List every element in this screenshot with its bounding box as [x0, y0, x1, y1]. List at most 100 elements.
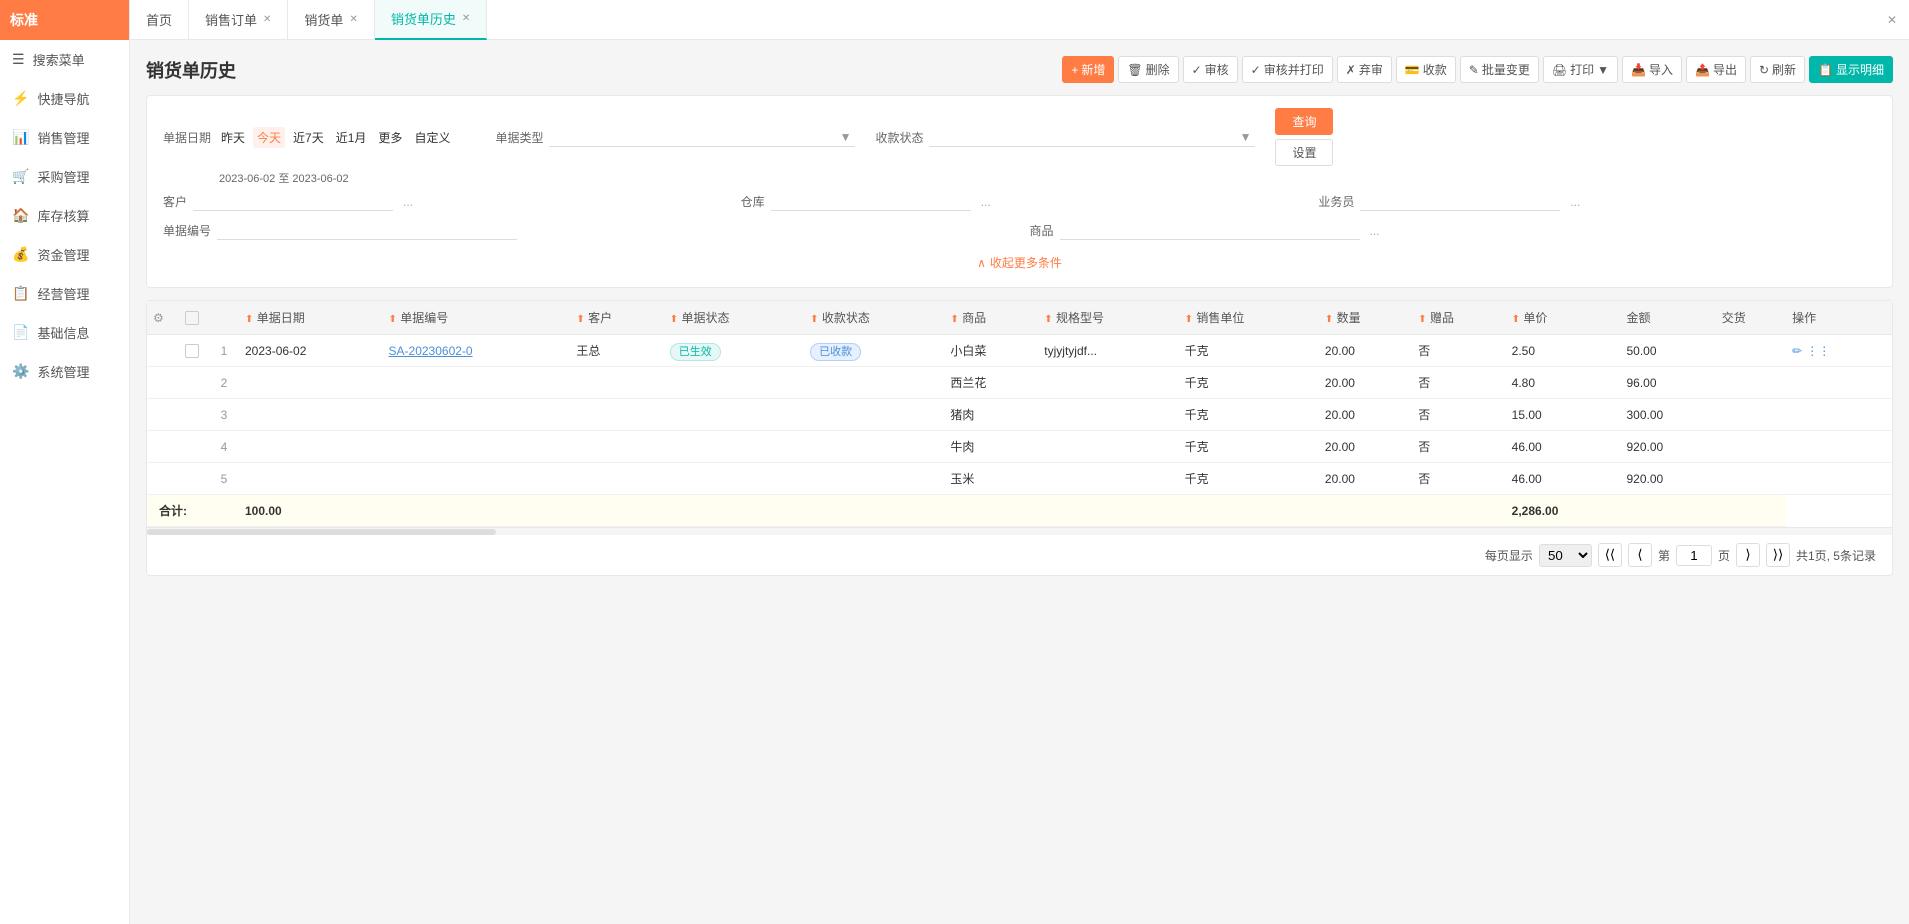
select-all-checkbox[interactable]: [185, 311, 199, 325]
checkbox-cell[interactable]: [179, 399, 209, 431]
audit-button[interactable]: ✓ 审核: [1183, 56, 1238, 83]
sidebar-label: 搜索菜单: [33, 50, 85, 69]
abandon-button[interactable]: ✗ 弃审: [1337, 56, 1392, 83]
collect-status-select[interactable]: ▼: [929, 128, 1255, 147]
spec-cell: [1038, 399, 1178, 431]
checkbox-col-header[interactable]: [179, 301, 209, 335]
tab-home[interactable]: 首页: [130, 0, 189, 40]
tab-sales-history[interactable]: 销货单历史 ✕: [375, 0, 487, 40]
sidebar-item-quick-nav[interactable]: ⚡ 快捷导航: [0, 79, 129, 118]
scrollbar-area[interactable]: [147, 527, 1892, 535]
last-page-btn[interactable]: ⟩⟩: [1766, 543, 1790, 567]
sidebar-item-search-menu[interactable]: ☰ 搜索菜单: [0, 40, 129, 79]
first-page-btn[interactable]: ⟨⟨: [1598, 543, 1622, 567]
gift-cell: 否: [1412, 335, 1505, 367]
salesperson-ellipsis[interactable]: ...: [1570, 195, 1580, 209]
checkbox-cell[interactable]: [179, 463, 209, 495]
docno-input[interactable]: [217, 221, 517, 240]
salesperson-input[interactable]: [1360, 192, 1560, 211]
tab-sales-delivery[interactable]: 销货单 ✕: [288, 0, 374, 40]
edit-action-btn[interactable]: ✏: [1792, 344, 1802, 358]
tab-close-icon[interactable]: ✕: [462, 13, 470, 24]
row-checkbox[interactable]: [185, 344, 199, 358]
unitprice-col-header[interactable]: ⬆ 单价: [1506, 301, 1621, 335]
config-col-header[interactable]: ⚙: [147, 301, 179, 335]
salesunit-cell: 千克: [1179, 367, 1319, 399]
product-ellipsis[interactable]: ...: [1370, 224, 1380, 238]
batch-change-button[interactable]: ✎ 批量变更: [1460, 56, 1539, 83]
date-more[interactable]: 更多: [374, 127, 406, 148]
filter-collect-status-item: 收款状态 ▼: [875, 128, 1255, 147]
collect-button[interactable]: 💳 收款: [1396, 56, 1456, 83]
warehouse-ellipsis[interactable]: ...: [981, 195, 991, 209]
checkbox-cell[interactable]: [179, 335, 209, 367]
import-button[interactable]: 📥 导入: [1622, 56, 1682, 83]
rowno-cell: 5: [209, 463, 239, 495]
sort-icon: ⬆: [1418, 314, 1426, 325]
sidebar-item-inventory[interactable]: 🏠 库存核算: [0, 196, 129, 235]
sidebar-item-sales[interactable]: 📊 销售管理: [0, 118, 129, 157]
export-button[interactable]: 📤 导出: [1686, 56, 1746, 83]
qty-col-header[interactable]: ⬆ 数量: [1319, 301, 1412, 335]
customer-cell: [570, 399, 663, 431]
date-7days[interactable]: 近7天: [289, 127, 328, 148]
salesunit-col-header[interactable]: ⬆ 销售单位: [1179, 301, 1319, 335]
docno-link[interactable]: SA-20230602-0: [389, 344, 473, 358]
sidebar-item-purchase[interactable]: 🛒 采购管理: [0, 157, 129, 196]
tab-close-icon[interactable]: ✕: [263, 14, 271, 25]
settings-button[interactable]: 设置: [1275, 139, 1333, 166]
salesunit-cell: 千克: [1179, 399, 1319, 431]
sidebar-item-finance[interactable]: 💰 资金管理: [0, 235, 129, 274]
page-input[interactable]: [1676, 545, 1712, 566]
collapse-filter-btn[interactable]: ∧ 收起更多条件: [163, 250, 1876, 275]
product-cell: 西兰花: [944, 367, 1038, 399]
sidebar: 标准 ☰ 搜索菜单 ⚡ 快捷导航 📊 销售管理 🛒 采购管理 🏠 库存核算 💰 …: [0, 0, 130, 924]
product-col-header[interactable]: ⬆ 商品: [944, 301, 1038, 335]
config-cell: [147, 431, 179, 463]
add-button[interactable]: + 新增: [1062, 56, 1114, 83]
product-input[interactable]: [1060, 221, 1360, 240]
date-custom[interactable]: 自定义: [410, 127, 454, 148]
customer-col-header[interactable]: ⬆ 客户: [570, 301, 663, 335]
refresh-button[interactable]: ↻ 刷新: [1750, 56, 1805, 83]
checkbox-cell[interactable]: [179, 431, 209, 463]
gift-cell: 否: [1412, 463, 1505, 495]
sidebar-item-sys-mgmt[interactable]: ⚙️ 系统管理: [0, 352, 129, 391]
docno-col-header[interactable]: ⬆ 单据编号: [383, 301, 571, 335]
table-config-icon[interactable]: ⚙: [153, 311, 164, 325]
query-button[interactable]: 查询: [1275, 108, 1333, 135]
print-button[interactable]: 🖨 打印 ▼: [1543, 56, 1618, 83]
date-1month[interactable]: 近1月: [332, 127, 371, 148]
audit-print-button[interactable]: ✓ 审核并打印: [1242, 56, 1333, 83]
per-page-label: 每页显示: [1485, 547, 1533, 564]
more-action-btn[interactable]: ⋮⋮: [1806, 344, 1830, 358]
prev-page-btn[interactable]: ⟨: [1628, 543, 1652, 567]
date-today[interactable]: 今天: [253, 127, 285, 148]
table-row: 3 猪肉 千克 20.00 否 15.00 300.00: [147, 399, 1892, 431]
delete-button[interactable]: 🗑 删除: [1118, 56, 1178, 83]
abandon-icon: ✗: [1346, 63, 1356, 77]
docdate-col-header[interactable]: ⬆ 单据日期: [239, 301, 383, 335]
gift-cell: 否: [1412, 367, 1505, 399]
next-page-btn[interactable]: ⟩: [1736, 543, 1760, 567]
docstatus-col-header[interactable]: ⬆ 单据状态: [664, 301, 804, 335]
tab-sales-order[interactable]: 销售订单 ✕: [189, 0, 288, 40]
collectstatus-col-header[interactable]: ⬆ 收款状态: [804, 301, 944, 335]
warehouse-input[interactable]: [771, 192, 971, 211]
quick-nav-icon: ⚡: [12, 90, 29, 107]
customer-input[interactable]: [193, 192, 393, 211]
customer-ellipsis[interactable]: ...: [403, 195, 413, 209]
checkbox-cell[interactable]: [179, 367, 209, 399]
sidebar-item-basic-info[interactable]: 📄 基础信息: [0, 313, 129, 352]
date-yesterday[interactable]: 昨天: [217, 127, 249, 148]
close-all-tabs[interactable]: ✕: [1875, 13, 1909, 27]
sidebar-item-ops[interactable]: 📋 经营管理: [0, 274, 129, 313]
per-page-select[interactable]: 50 100 200: [1539, 544, 1592, 567]
gift-col-header[interactable]: ⬆ 赠品: [1412, 301, 1505, 335]
spec-col-header[interactable]: ⬆ 规格型号: [1038, 301, 1178, 335]
tab-close-icon[interactable]: ✕: [349, 14, 357, 25]
display-detail-button[interactable]: 📋 显示明细: [1809, 56, 1893, 83]
doc-type-select[interactable]: ▼: [549, 128, 855, 147]
config-cell: [147, 367, 179, 399]
rowno-cell: 3: [209, 399, 239, 431]
